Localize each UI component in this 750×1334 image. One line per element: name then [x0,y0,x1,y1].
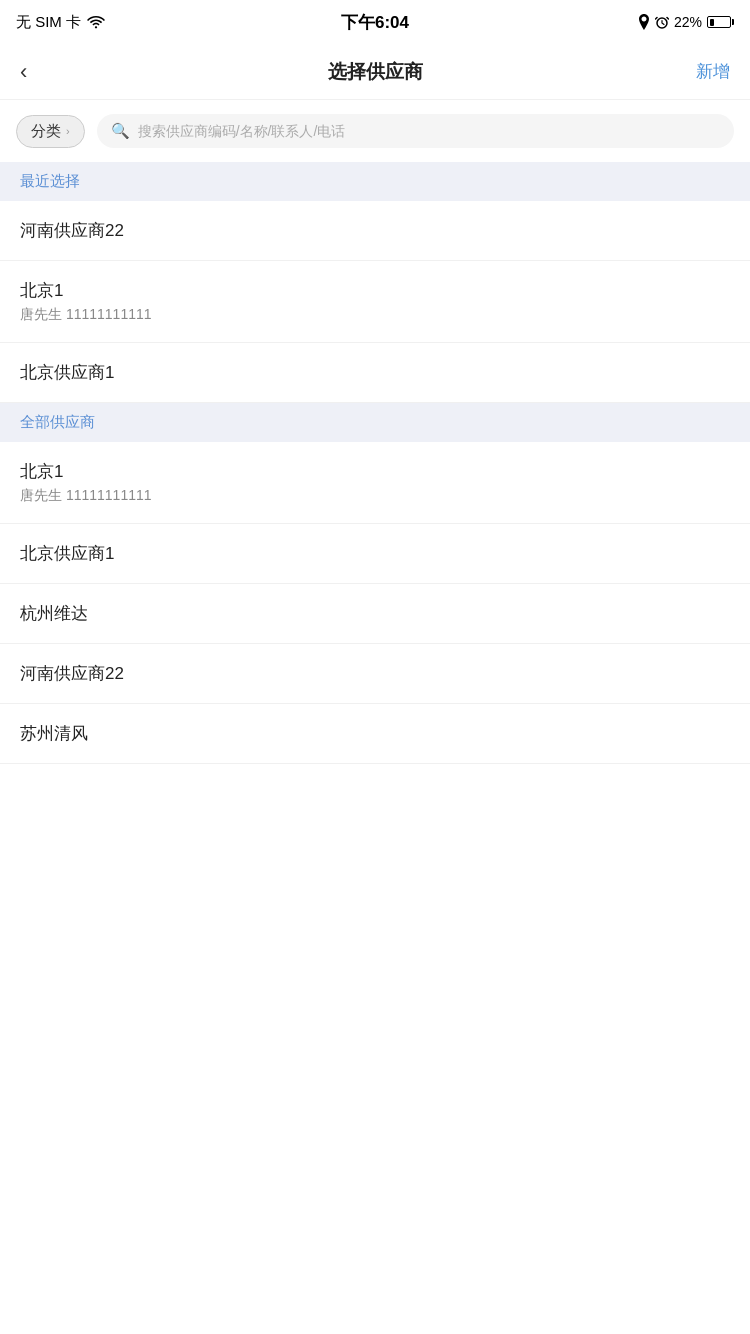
status-bar: 无 SIM 卡 下午6:04 22% [0,0,750,44]
filter-bar: 分类 › 🔍 [0,100,750,162]
item-name: 北京供应商1 [20,361,730,384]
wifi-icon [87,15,105,29]
list-item[interactable]: 苏州清风 [0,704,750,764]
location-icon [638,14,650,30]
recent-section-header: 最近选择 [0,162,750,201]
all-section-header: 全部供应商 [0,403,750,442]
item-name: 北京供应商1 [20,542,730,565]
recent-section-label: 最近选择 [20,172,80,189]
list-item[interactable]: 北京1 唐先生 11111111111 [0,261,750,343]
item-name: 苏州清风 [20,722,730,745]
chevron-right-icon: › [66,125,70,137]
all-section-label: 全部供应商 [20,413,95,430]
list-item[interactable]: 北京供应商1 [0,343,750,403]
category-filter-button[interactable]: 分类 › [16,115,85,148]
all-items-list: 北京1 唐先生 11111111111 北京供应商1 杭州维达 河南供应商22 … [0,442,750,764]
search-icon: 🔍 [111,122,130,140]
carrier-text: 无 SIM 卡 [16,13,81,32]
back-button[interactable]: ‹ [12,51,35,93]
list-item[interactable]: 北京1 唐先生 11111111111 [0,442,750,524]
battery-icon [707,16,734,28]
recent-items-list: 河南供应商22 北京1 唐先生 11111111111 北京供应商1 [0,201,750,403]
category-label: 分类 [31,122,61,141]
item-name: 杭州维达 [20,602,730,625]
battery-percentage: 22% [674,14,702,30]
search-input[interactable] [138,123,720,139]
page-title: 选择供应商 [328,59,423,85]
list-item[interactable]: 河南供应商22 [0,201,750,261]
status-right: 22% [638,14,734,30]
item-name: 河南供应商22 [20,662,730,685]
item-name: 北京1 [20,460,730,483]
clock: 下午6:04 [341,11,409,34]
carrier-info: 无 SIM 卡 [16,13,105,32]
nav-bar: ‹ 选择供应商 新增 [0,44,750,100]
list-item[interactable]: 杭州维达 [0,584,750,644]
item-sub: 唐先生 11111111111 [20,487,730,505]
search-bar[interactable]: 🔍 [97,114,734,148]
item-name: 河南供应商22 [20,219,730,242]
list-item[interactable]: 北京供应商1 [0,524,750,584]
add-button[interactable]: 新增 [696,60,730,83]
item-name: 北京1 [20,279,730,302]
alarm-icon [655,15,669,29]
list-item[interactable]: 河南供应商22 [0,644,750,704]
item-sub: 唐先生 11111111111 [20,306,730,324]
